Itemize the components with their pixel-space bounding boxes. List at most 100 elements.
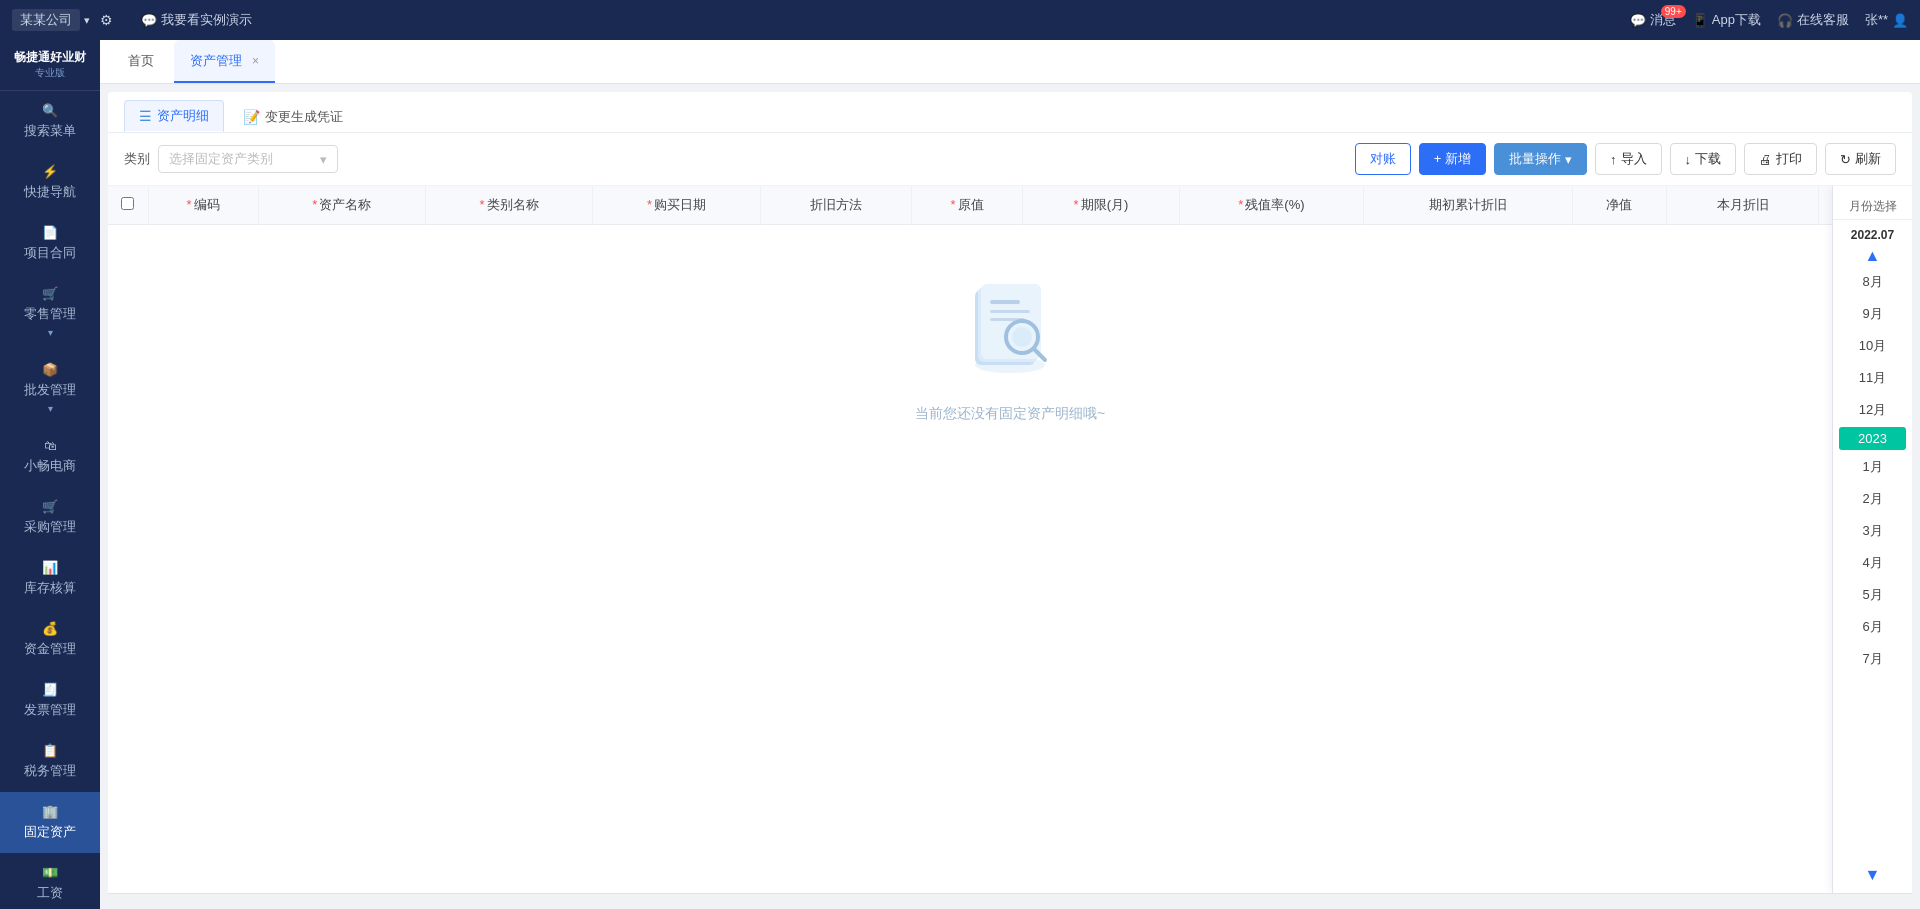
sub-tab-asset-detail[interactable]: ☰ 资产明细 [124, 100, 224, 132]
sub-tab-change-voucher[interactable]: 📝 变更生成凭证 [228, 101, 358, 132]
month-year-label: 2022.07 [1851, 224, 1894, 246]
th-net-value: 净值 [1572, 186, 1667, 225]
toolbar: 类别 选择固定资产类别 ▾ 对账 + 新增 批量操作 [108, 133, 1912, 186]
user-profile[interactable]: 张** 👤 [1865, 11, 1908, 29]
content-area: 首页 资产管理 × ☰ 资产明细 📝 变更生成凭证 [100, 40, 1920, 909]
header-right: 💬 消息 99+ 📱 App下载 🎧 在线客服 张** 👤 [1630, 11, 1908, 29]
month-item-12[interactable]: 12月 [1833, 394, 1912, 426]
filter-row: 类别 选择固定资产类别 ▾ [124, 145, 338, 173]
app-logo: 畅捷通好业财 专业版 [0, 40, 100, 91]
import-label: 导入 [1621, 150, 1647, 168]
month-item-8[interactable]: 8月 [1833, 266, 1912, 298]
empty-illustration [950, 265, 1070, 385]
sidebar-item-search[interactable]: 🔍 搜索菜单 [0, 91, 100, 152]
settings-icon[interactable]: ⚙ [100, 12, 113, 28]
th-accumulated-depreciation: 期初累计折旧 [1363, 186, 1572, 225]
month-item-2[interactable]: 2月 [1833, 483, 1912, 515]
demo-link[interactable]: 💬 我要看实例演示 [141, 11, 252, 29]
th-checkbox [108, 186, 148, 225]
app-download-button[interactable]: 📱 App下载 [1692, 11, 1761, 29]
match-button[interactable]: 对账 [1355, 143, 1411, 175]
tax-icon: 📋 [42, 743, 58, 758]
online-service-button[interactable]: 🎧 在线客服 [1777, 11, 1849, 29]
invoice-icon: 🧾 [42, 682, 58, 697]
demo-link-text: 我要看实例演示 [161, 11, 252, 29]
tab-asset-mgmt[interactable]: 资产管理 × [174, 40, 275, 83]
purchase-icon: 🛒 [42, 499, 58, 514]
sidebar-item-finance[interactable]: 💰 资金管理 [0, 609, 100, 670]
sidebar-item-invoice[interactable]: 🧾 发票管理 [0, 670, 100, 731]
sidebar-item-quicknav[interactable]: ⚡ 快捷导航 [0, 152, 100, 213]
bottom-scroll[interactable] [108, 893, 1912, 901]
top-header: 某某公司 ▾ ⚙ 💬 我要看实例演示 💬 消息 99+ 📱 App下载 🎧 在线… [0, 0, 1920, 40]
refresh-button[interactable]: ↻ 刷新 [1825, 143, 1896, 175]
batch-button[interactable]: 批量操作 ▾ [1494, 143, 1587, 175]
month-panel-title: 月份选择 [1833, 194, 1912, 220]
online-service-label: 在线客服 [1797, 11, 1849, 29]
sidebar-item-wholesale[interactable]: 📦 批发管理 [0, 350, 100, 426]
print-icon: 🖨 [1759, 152, 1772, 167]
sidebar-item-ecommerce[interactable]: 🛍 小畅电商 [0, 426, 100, 487]
month-item-4[interactable]: 4月 [1833, 547, 1912, 579]
sidebar-item-tax[interactable]: 📋 税务管理 [0, 731, 100, 792]
table-wrapper: *编码 *资产名称 *类别名称 *购买日期 [108, 186, 1912, 893]
month-nav-down-button[interactable]: ▼ [1863, 865, 1883, 885]
batch-label: 批量操作 [1509, 150, 1561, 168]
month-item-10[interactable]: 10月 [1833, 330, 1912, 362]
month-year-2023[interactable]: 2023 [1839, 427, 1906, 450]
category-placeholder: 选择固定资产类别 [169, 150, 273, 168]
sidebar-item-retail[interactable]: 🛒 零售管理 [0, 274, 100, 350]
category-select[interactable]: 选择固定资产类别 ▾ [158, 145, 338, 173]
select-all-checkbox[interactable] [121, 197, 134, 210]
month-item-1[interactable]: 1月 [1833, 451, 1912, 483]
month-item-11[interactable]: 11月 [1833, 362, 1912, 394]
ecommerce-icon: 🛍 [44, 438, 57, 453]
page-content: ☰ 资产明细 📝 变更生成凭证 类别 选择固定资产类别 ▾ [108, 92, 1912, 901]
sub-tab-asset-detail-label: 资产明细 [157, 107, 209, 125]
app-icon: 📱 [1692, 13, 1708, 28]
sidebar-item-salary[interactable]: 💵 工资 [0, 853, 100, 909]
svg-rect-4 [990, 300, 1020, 304]
company-dropdown-arrow[interactable]: ▾ [84, 14, 90, 27]
add-label: + 新增 [1434, 150, 1471, 168]
import-icon: ↑ [1610, 152, 1617, 167]
download-button[interactable]: ↓ 下载 [1670, 143, 1737, 175]
table-container: *编码 *资产名称 *类别名称 *购买日期 [108, 186, 1912, 893]
th-purchase-date: *购买日期 [593, 186, 760, 225]
tab-home[interactable]: 首页 [112, 40, 170, 83]
import-button[interactable]: ↑ 导入 [1595, 143, 1662, 175]
month-item-5[interactable]: 5月 [1833, 579, 1912, 611]
sidebar-label-retail: 零售管理 [24, 305, 76, 323]
sidebar-label-salary: 工资 [37, 884, 63, 902]
sidebar-label-search: 搜索菜单 [24, 122, 76, 140]
sidebar-item-inventory[interactable]: 📊 库存核算 [0, 548, 100, 609]
sidebar-item-fixed-assets[interactable]: 🏢 固定资产 [0, 792, 100, 853]
sidebar-label-quicknav: 快捷导航 [24, 183, 76, 201]
th-current-depreciation: 本月折旧 [1667, 186, 1819, 225]
sidebar-label-wholesale: 批发管理 [24, 381, 76, 399]
add-button[interactable]: + 新增 [1419, 143, 1486, 175]
sidebar-label-ecommerce: 小畅电商 [24, 457, 76, 475]
print-button[interactable]: 🖨 打印 [1744, 143, 1817, 175]
th-code: *编码 [148, 186, 258, 225]
wholesale-icon: 📦 [42, 362, 58, 377]
sidebar-item-project[interactable]: 📄 项目合同 [0, 213, 100, 274]
home-tab-label: 首页 [128, 52, 154, 70]
message-button[interactable]: 💬 消息 99+ [1630, 11, 1676, 29]
month-nav-up-button[interactable]: ▲ [1863, 246, 1883, 266]
company-name[interactable]: 某某公司 [12, 9, 80, 31]
sidebar-label-tax: 税务管理 [24, 762, 76, 780]
sub-tab-bar: ☰ 资产明细 📝 变更生成凭证 [108, 92, 1912, 133]
app-download-label: App下载 [1712, 11, 1761, 29]
sidebar-item-purchase[interactable]: 🛒 采购管理 [0, 487, 100, 548]
month-item-7[interactable]: 7月 [1833, 643, 1912, 675]
month-item-6[interactable]: 6月 [1833, 611, 1912, 643]
month-item-3[interactable]: 3月 [1833, 515, 1912, 547]
demo-icon: 💬 [141, 13, 157, 28]
print-label: 打印 [1776, 150, 1802, 168]
toolbar-left: 类别 选择固定资产类别 ▾ [124, 145, 338, 173]
message-badge: 99+ [1661, 5, 1686, 18]
user-avatar: 👤 [1892, 13, 1908, 28]
month-item-9[interactable]: 9月 [1833, 298, 1912, 330]
tab-close-icon[interactable]: × [252, 54, 259, 68]
